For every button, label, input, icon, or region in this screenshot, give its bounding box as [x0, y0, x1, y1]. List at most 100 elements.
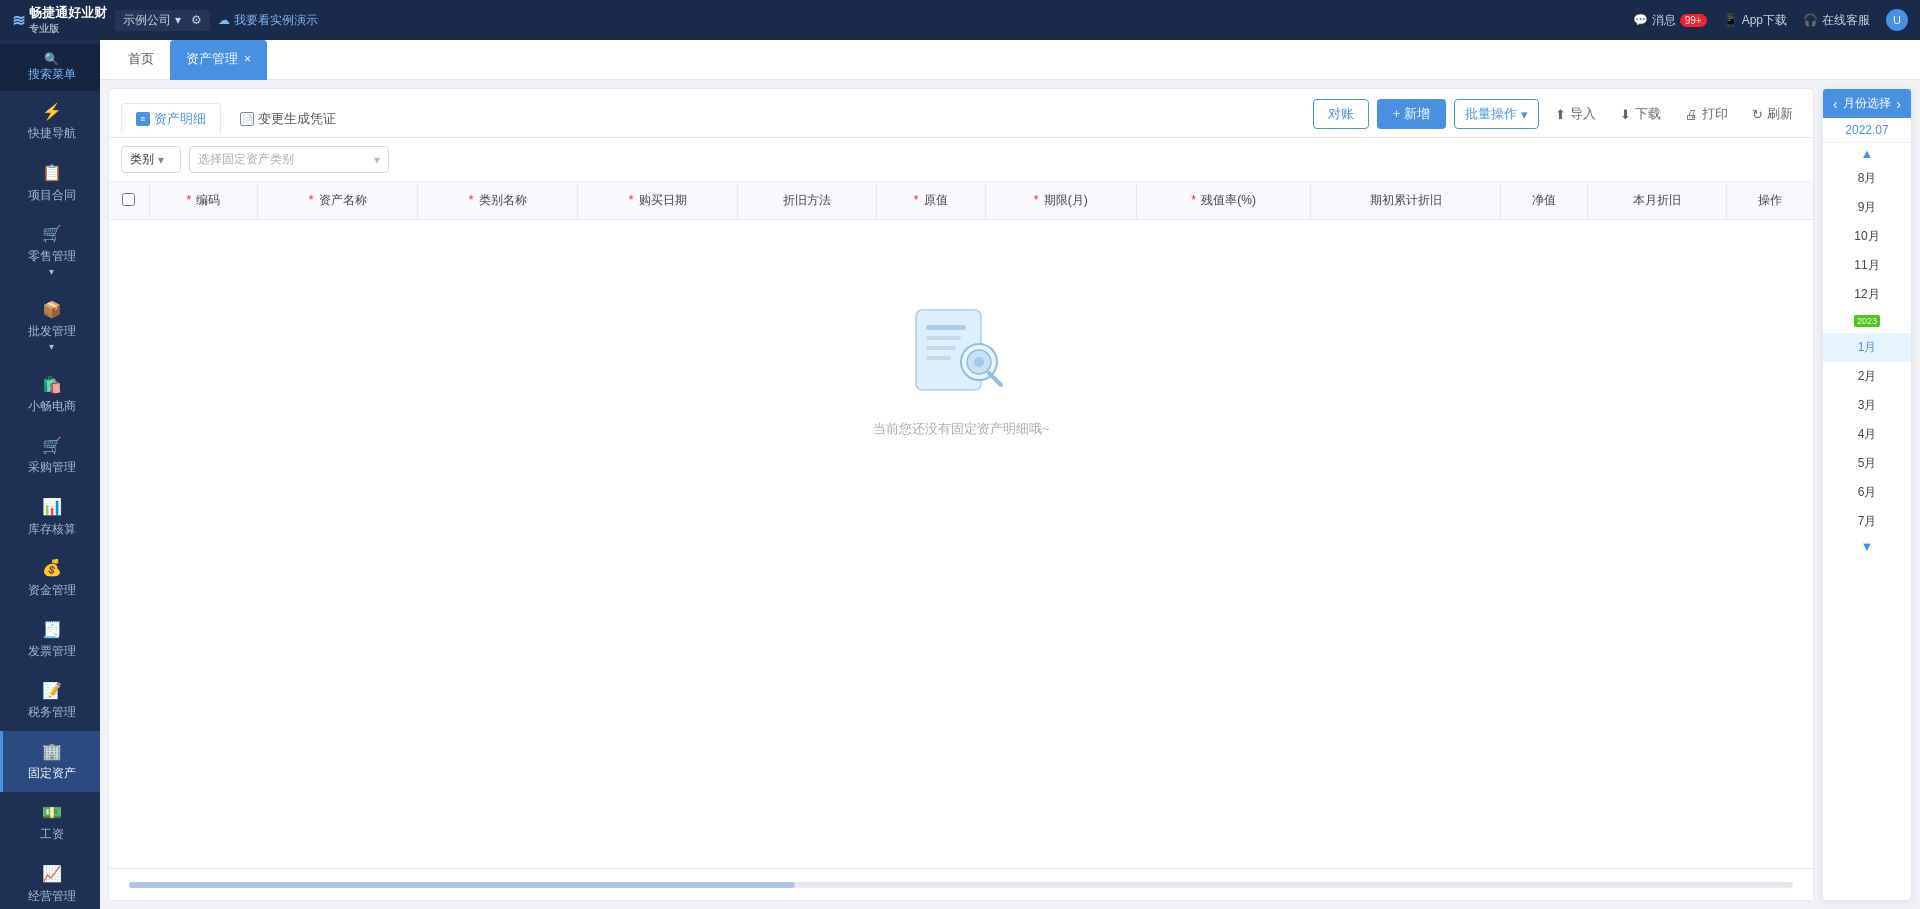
sidebar-ecommerce-label: 小畅电商 — [28, 398, 76, 415]
cloud-icon: ☁ — [218, 13, 230, 27]
select-all-column — [109, 182, 149, 220]
page-content: ≡ 资产明细 📄 变更生成凭证 对账 + 新增 批量操作 ▾ — [100, 80, 1920, 909]
sub-tab-asset-detail-label: 资产明细 — [154, 110, 206, 128]
month-item-2023-3[interactable]: 3月 — [1823, 391, 1911, 420]
user-info[interactable]: U — [1886, 9, 1908, 31]
month-item-12[interactable]: 12月 — [1823, 280, 1911, 309]
month-item-2023-5[interactable]: 5月 — [1823, 449, 1911, 478]
col-purchase-date: * 购买日期 — [578, 182, 738, 220]
asset-table: * 编码 * 资产名称 * 类别名称 — [109, 182, 1813, 518]
sidebar-item-salary[interactable]: 💵 工资 — [0, 792, 100, 853]
horizontal-scrollbar[interactable] — [129, 882, 1793, 888]
purchase-icon: 🛒 — [42, 435, 62, 457]
company-name: 示例公司 — [123, 12, 171, 29]
content-area: 首页 资产管理 × ≡ 资产明细 📄 变更生成凭证 — [100, 40, 1920, 909]
month-item-2023-6[interactable]: 6月 — [1823, 478, 1911, 507]
import-button[interactable]: ⬆ 导入 — [1547, 100, 1604, 128]
sub-tab-change-voucher[interactable]: 📄 变更生成凭证 — [225, 103, 351, 134]
batch-button[interactable]: 批量操作 ▾ — [1454, 99, 1539, 129]
svg-line-7 — [989, 373, 1001, 385]
sidebar-project-label: 项目合同 — [28, 187, 76, 204]
select-all-checkbox[interactable] — [122, 193, 135, 206]
sidebar-item-finance[interactable]: 💰 资金管理 — [0, 547, 100, 608]
message-icon: 💬 — [1633, 13, 1648, 27]
col-name: * 资产名称 — [258, 182, 418, 220]
chevron-right-icon: ▾ — [49, 265, 54, 279]
col-operation: 操作 — [1727, 182, 1813, 220]
scroll-up-button[interactable]: ▲ — [1823, 143, 1911, 164]
sidebar-item-inventory[interactable]: 📊 库存核算 — [0, 486, 100, 547]
sidebar-item-quick-nav[interactable]: ⚡ 快捷导航 — [0, 91, 100, 152]
settings-icon[interactable]: ⚙ — [191, 13, 202, 27]
category-label: 类别 — [130, 151, 154, 168]
doc-icon: 📄 — [240, 112, 254, 126]
sidebar-item-wholesale[interactable]: 📦 批发管理 ▾ — [0, 289, 100, 364]
tab-home[interactable]: 首页 — [112, 40, 170, 80]
batch-chevron-icon: ▾ — [1521, 107, 1528, 122]
col-period: * 期限(月) — [985, 182, 1136, 220]
refresh-button[interactable]: ↻ 刷新 — [1744, 100, 1801, 128]
company-selector[interactable]: 示例公司 ▾ ⚙ — [115, 10, 210, 31]
empty-illustration — [901, 300, 1021, 400]
tab-asset-management[interactable]: 资产管理 × — [170, 40, 267, 80]
sidebar-item-invoice[interactable]: 🧾 发票管理 — [0, 609, 100, 670]
refresh-icon: ↻ — [1752, 107, 1763, 122]
category-filter[interactable]: 类别 ▾ — [121, 146, 181, 173]
tax-icon: 📝 — [42, 680, 62, 702]
demo-link[interactable]: ☁ 我要看实例演示 — [218, 12, 318, 29]
col-monthly-depreciation: 本月折旧 — [1588, 182, 1727, 220]
month-item-2023-2[interactable]: 2月 — [1823, 362, 1911, 391]
sidebar-item-project[interactable]: 📋 项目合同 — [0, 152, 100, 213]
empty-message: 当前您还没有固定资产明细哦~ — [873, 420, 1050, 438]
sidebar-item-ecommerce[interactable]: 🛍️ 小畅电商 — [0, 364, 100, 425]
salary-icon: 💵 — [42, 802, 62, 824]
svg-rect-4 — [926, 356, 951, 360]
scroll-down-button[interactable]: ▼ — [1823, 536, 1911, 557]
download-icon: 📱 — [1723, 13, 1738, 27]
add-button[interactable]: + 新增 — [1377, 99, 1446, 129]
print-icon: 🖨 — [1685, 107, 1698, 122]
sidebar-finance-label: 资金管理 — [28, 582, 76, 599]
month-item-2023-4[interactable]: 4月 — [1823, 420, 1911, 449]
message-button[interactable]: 💬 消息 99+ — [1633, 12, 1707, 29]
chevron-down-icon: ▾ — [49, 340, 54, 354]
month-item-2023-1[interactable]: 1月 — [1823, 333, 1911, 362]
ecommerce-icon: 🛍️ — [42, 374, 62, 396]
year-2023-tag: 2023 — [1854, 315, 1880, 327]
sidebar-item-retail[interactable]: 🛒 零售管理 ▾ — [0, 213, 100, 288]
sidebar-item-purchase[interactable]: 🛒 采购管理 — [0, 425, 100, 486]
app-name: 畅捷通好业财 — [29, 4, 107, 22]
headset-icon: 🎧 — [1803, 13, 1818, 27]
sidebar-nav-label: 快捷导航 — [28, 125, 76, 142]
top-bar-right: 💬 消息 99+ 📱 App下载 🎧 在线客服 U — [1633, 9, 1908, 31]
invoice-icon: 🧾 — [42, 619, 62, 641]
col-category: * 类别名称 — [418, 182, 578, 220]
month-item-10[interactable]: 10月 — [1823, 222, 1911, 251]
tab-close-icon[interactable]: × — [244, 52, 251, 66]
sub-tab-asset-detail[interactable]: ≡ 资产明细 — [121, 103, 221, 134]
year-header-2022: 2022.07 — [1823, 118, 1911, 143]
month-prev-button[interactable]: ‹ — [1831, 96, 1840, 112]
required-icon: * — [1034, 193, 1039, 207]
sub-tabs: ≡ 资产明细 📄 变更生成凭证 对账 + 新增 批量操作 ▾ — [109, 89, 1813, 138]
svg-rect-2 — [926, 336, 961, 340]
match-button[interactable]: 对账 — [1313, 99, 1369, 129]
month-next-button[interactable]: › — [1894, 96, 1903, 112]
app-download-button[interactable]: 📱 App下载 — [1723, 12, 1787, 29]
month-item-8[interactable]: 8月 — [1823, 164, 1911, 193]
sidebar-item-search[interactable]: 🔍 搜索菜单 — [0, 44, 100, 91]
category-placeholder[interactable]: 选择固定资产类别 ▾ — [189, 146, 389, 173]
sidebar-item-management[interactable]: 📈 经营管理 — [0, 853, 100, 909]
online-service-button[interactable]: 🎧 在线客服 — [1803, 12, 1870, 29]
required-icon: * — [309, 193, 314, 207]
month-item-9[interactable]: 9月 — [1823, 193, 1911, 222]
month-item-2023-7[interactable]: 7月 — [1823, 507, 1911, 536]
sidebar-item-fixed-assets[interactable]: 🏢 固定资产 — [0, 731, 100, 792]
quick-nav-icon: ⚡ — [42, 101, 62, 123]
print-button[interactable]: 🖨 打印 — [1677, 100, 1736, 128]
month-item-11[interactable]: 11月 — [1823, 251, 1911, 280]
sidebar-wholesale-label: 批发管理 — [28, 323, 76, 340]
sidebar-item-tax[interactable]: 📝 税务管理 — [0, 670, 100, 731]
table-header-row: * 编码 * 资产名称 * 类别名称 — [109, 182, 1813, 220]
download-button[interactable]: ⬇ 下载 — [1612, 100, 1669, 128]
